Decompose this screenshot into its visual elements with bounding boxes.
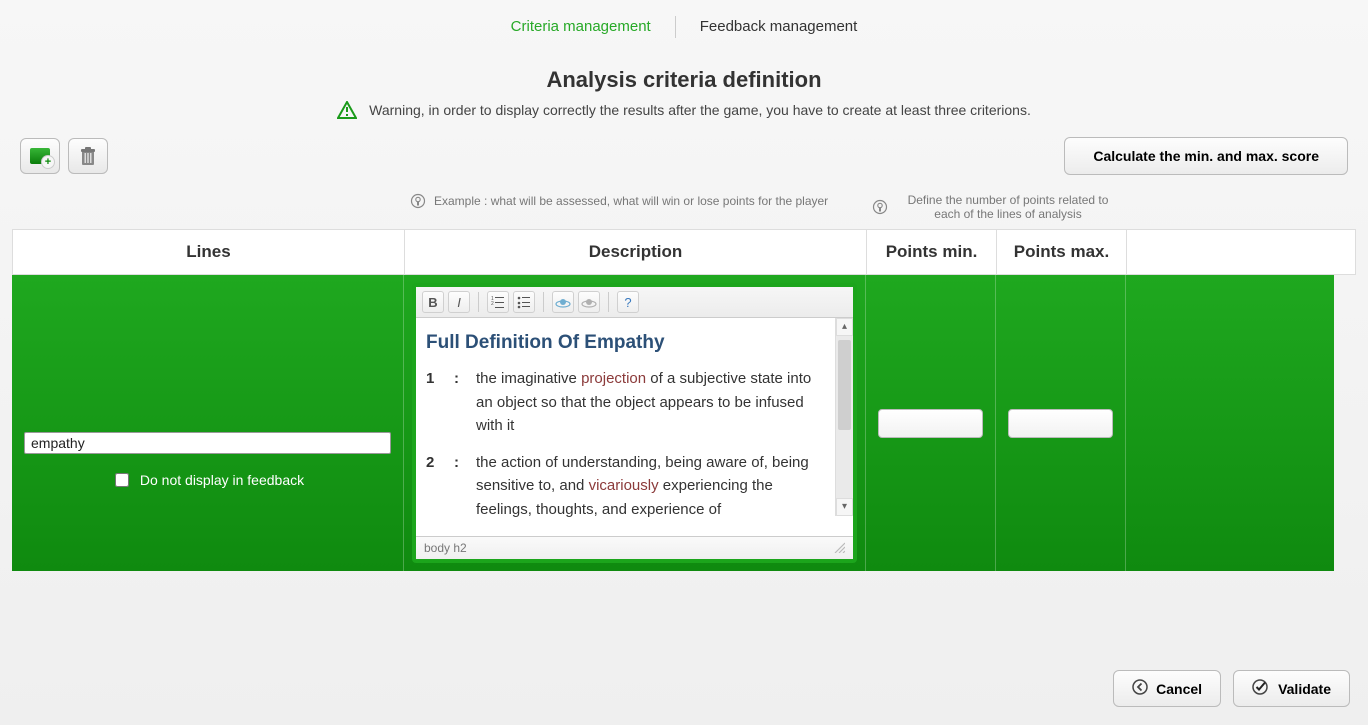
check-icon	[1252, 679, 1270, 698]
validate-button[interactable]: Validate	[1233, 670, 1350, 707]
plus-icon: +	[41, 155, 55, 169]
hint-description-text: Example : what will be assessed, what wi…	[434, 194, 828, 208]
back-arrow-icon	[1132, 679, 1148, 698]
hint-points-text: Define the number of points related to e…	[896, 193, 1120, 221]
toolbar-row: + Calculate the min. and max. score	[0, 137, 1368, 185]
grid-body: Do not display in feedback B I 12	[12, 275, 1356, 571]
rich-text-editor: B I 12 ? Full Defini	[412, 283, 857, 563]
editor-content-area[interactable]: Full Definition Of Empathy 1:the imagina…	[416, 318, 853, 536]
add-criterion-button[interactable]: +	[20, 138, 60, 174]
editor-separator	[543, 292, 544, 312]
cancel-button[interactable]: Cancel	[1113, 670, 1221, 707]
top-tabs: Criteria management Feedback management	[0, 0, 1368, 49]
do-not-display-row: Do not display in feedback	[24, 470, 391, 490]
editor-unlink-button[interactable]	[578, 291, 600, 313]
cell-points-min	[866, 275, 996, 571]
definition-colon: :	[454, 367, 464, 437]
editor-toolbar: B I 12 ?	[416, 287, 853, 318]
hint-points: Define the number of points related to e…	[866, 185, 1126, 229]
definition-text: the action of understanding, being aware…	[476, 451, 825, 521]
do-not-display-checkbox[interactable]	[115, 473, 129, 487]
definition-link[interactable]: projection	[581, 370, 646, 387]
header-empty	[1127, 230, 1335, 274]
definition-row: 1:the imaginative projection of a subjec…	[426, 367, 825, 437]
hint-description: Example : what will be assessed, what wi…	[404, 185, 866, 217]
tab-divider	[675, 16, 676, 38]
editor-unordered-list-button[interactable]	[513, 291, 535, 313]
warning-row: Warning, in order to display correctly t…	[0, 101, 1368, 119]
page-title: Analysis criteria definition	[0, 67, 1368, 93]
cell-empty	[1126, 275, 1334, 571]
bulb-icon	[872, 199, 888, 215]
points-max-input[interactable]	[1008, 409, 1113, 438]
editor-link-button[interactable]	[552, 291, 574, 313]
editor-heading: Full Definition Of Empathy	[426, 328, 825, 357]
editor-bold-button[interactable]: B	[422, 291, 444, 313]
editor-resize-handle[interactable]	[833, 541, 845, 555]
header-points-min: Points min.	[867, 230, 997, 274]
tab-criteria-management[interactable]: Criteria management	[511, 12, 651, 41]
validate-label: Validate	[1278, 681, 1331, 697]
scroll-thumb[interactable]	[838, 340, 851, 430]
hint-row: Example : what will be assessed, what wi…	[12, 185, 1356, 229]
scroll-down-button[interactable]: ▾	[836, 498, 853, 516]
definition-number: 2	[426, 451, 442, 521]
editor-separator	[608, 292, 609, 312]
grid-header: Lines Description Points min. Points max…	[12, 229, 1356, 275]
line-name-input[interactable]	[24, 432, 391, 454]
tab-feedback-management[interactable]: Feedback management	[700, 12, 858, 41]
editor-path-text[interactable]: body h2	[424, 541, 467, 555]
definition-row: 2:the action of understanding, being awa…	[426, 451, 825, 521]
points-min-input[interactable]	[878, 409, 983, 438]
header-description: Description	[405, 230, 867, 274]
scroll-up-button[interactable]: ▴	[836, 318, 853, 336]
do-not-display-label: Do not display in feedback	[140, 472, 304, 488]
scroll-track[interactable]	[836, 336, 853, 498]
calculate-score-button[interactable]: Calculate the min. and max. score	[1064, 137, 1348, 175]
hint-lines-empty	[12, 185, 404, 201]
editor-help-button[interactable]: ?	[617, 291, 639, 313]
editor-ordered-list-button[interactable]: 12	[487, 291, 509, 313]
editor-italic-button[interactable]: I	[448, 291, 470, 313]
definition-number: 1	[426, 367, 442, 437]
header-lines: Lines	[13, 230, 405, 274]
cancel-label: Cancel	[1156, 681, 1202, 697]
cell-points-max	[996, 275, 1126, 571]
warning-icon	[337, 101, 357, 119]
editor-separator	[478, 292, 479, 312]
definition-text: the imaginative projection of a subjecti…	[476, 367, 825, 437]
warning-text: Warning, in order to display correctly t…	[369, 102, 1031, 118]
toolbar-left: +	[20, 138, 108, 174]
cell-lines: Do not display in feedback	[12, 275, 404, 571]
editor-scrollbar: ▴ ▾	[835, 318, 853, 516]
definition-link[interactable]: vicariously	[589, 477, 659, 494]
definition-colon: :	[454, 451, 464, 521]
header-points-max: Points max.	[997, 230, 1127, 274]
delete-criterion-button[interactable]	[68, 138, 108, 174]
cell-description: B I 12 ? Full Defini	[404, 275, 866, 571]
editor-path-bar: body h2	[416, 536, 853, 559]
svg-text:2: 2	[491, 301, 494, 307]
bulb-icon	[410, 193, 426, 209]
footer-buttons: Cancel Validate	[1113, 670, 1350, 707]
